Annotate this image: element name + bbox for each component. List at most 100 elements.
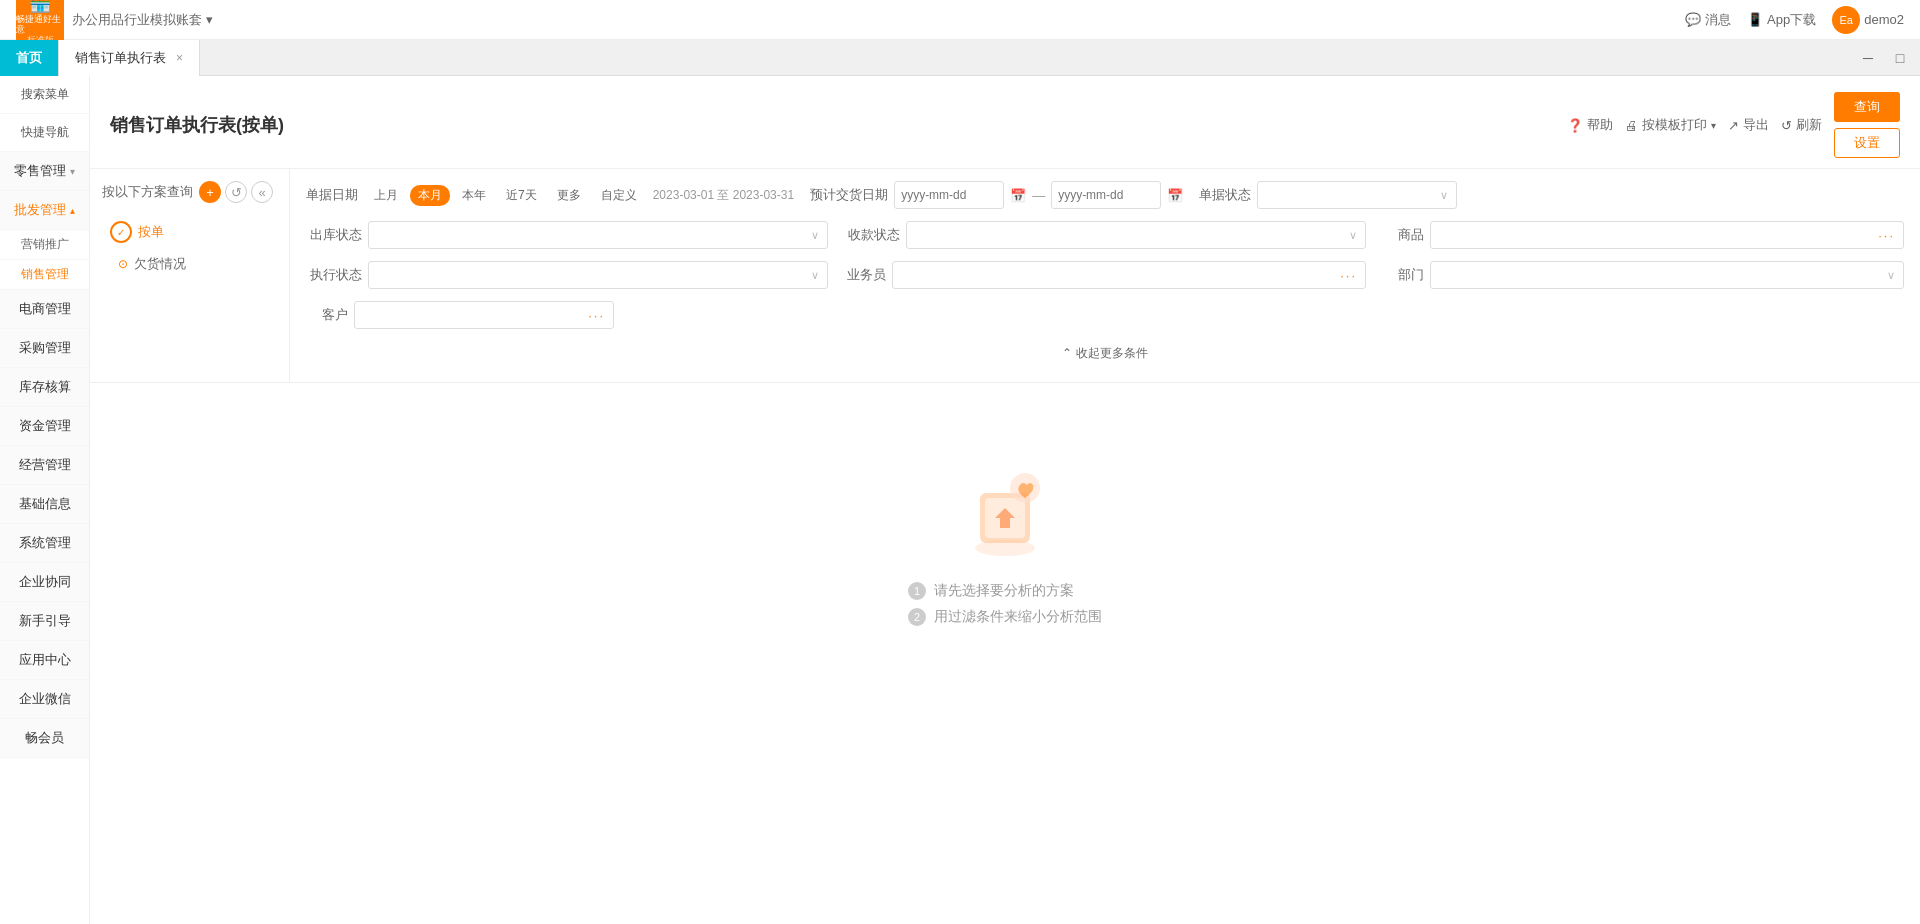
app-download-label: App下载 <box>1767 11 1816 29</box>
user-menu[interactable]: Ea demo2 <box>1832 6 1904 34</box>
plan-sub-shortage[interactable]: ⊙ 欠货情况 <box>102 249 277 279</box>
settings-button[interactable]: 设置 <box>1834 128 1900 158</box>
print-btn[interactable]: 🖨 按模板打印 ▾ <box>1625 116 1716 134</box>
query-button[interactable]: 查询 <box>1834 92 1900 122</box>
sidebar-sub-marketing[interactable]: 营销推广 <box>0 230 89 260</box>
sidebar-item-newguide[interactable]: 新手引导 <box>0 602 89 641</box>
sidebar-item-collab[interactable]: 企业协同 <box>0 563 89 602</box>
page-actions: ❓ 帮助 🖨 按模板打印 ▾ ↗ 导出 ↺ 刷新 <box>1567 92 1900 158</box>
execute-item: 执行状态 ∨ <box>306 261 828 289</box>
sales-label: 销售管理 <box>21 267 69 281</box>
dept-caret: ∨ <box>1887 269 1895 282</box>
add-plan-btn[interactable]: + <box>199 181 221 203</box>
step-num-2: 2 <box>908 608 926 626</box>
sidebar-item-finance[interactable]: 资金管理 <box>0 407 89 446</box>
collapse-panel-btn[interactable]: « <box>251 181 273 203</box>
sidebar-item-operations[interactable]: 经营管理 <box>0 446 89 485</box>
app-logo: 🏪 畅捷通好生意 标准版 <box>16 0 64 40</box>
payment-select[interactable]: ∨ <box>906 221 1366 249</box>
salesman-input[interactable]: ··· <box>892 261 1366 289</box>
help-btn[interactable]: ❓ 帮助 <box>1567 116 1613 134</box>
date-tabs: 上月 本月 本年 近7天 更多 自定义 <box>366 185 645 206</box>
step-2-text: 用过滤条件来缩小分析范围 <box>934 608 1102 626</box>
lp-btns: + ↺ « <box>199 181 273 203</box>
sidebar-sub-sales[interactable]: 销售管理 <box>0 260 89 290</box>
wechat-label: 企业微信 <box>19 691 71 706</box>
refresh-icon: ↺ <box>1781 118 1792 133</box>
plan-item-order[interactable]: ✓ 按单 <box>102 215 277 249</box>
sidebar-item-basic[interactable]: 基础信息 <box>0 485 89 524</box>
payment-caret: ∨ <box>1349 229 1357 242</box>
window-maximize-btn[interactable]: □ <box>1888 46 1912 70</box>
query-btns-wrap: 查询 设置 <box>1834 92 1900 158</box>
goods-input[interactable]: ··· <box>1430 221 1904 249</box>
app-download-icon: 📱 <box>1747 12 1763 27</box>
empty-step-1: 1 请先选择要分析的方案 <box>908 582 1102 600</box>
sidebar-item-system[interactable]: 系统管理 <box>0 524 89 563</box>
empty-step-2: 2 用过滤条件来缩小分析范围 <box>908 608 1102 626</box>
date-tab-more[interactable]: 更多 <box>549 185 589 206</box>
date-tab-last-month[interactable]: 上月 <box>366 185 406 206</box>
app-download-btn[interactable]: 📱 App下载 <box>1747 11 1816 29</box>
status-select[interactable]: ∨ <box>1257 181 1457 209</box>
payment-item: 收款状态 ∨ <box>844 221 1366 249</box>
delivery-label: 出库状态 <box>306 226 362 244</box>
message-btn[interactable]: 💬 消息 <box>1685 11 1731 29</box>
sidebar-item-search[interactable]: 搜索菜单 <box>0 76 89 114</box>
sidebar-item-purchase[interactable]: 采购管理 <box>0 329 89 368</box>
date-separator: — <box>1032 188 1045 203</box>
execute-caret: ∨ <box>811 269 819 282</box>
step-num-1: 1 <box>908 582 926 600</box>
plan-order-label: 按单 <box>138 223 164 241</box>
sidebar-item-retail[interactable]: 零售管理 ▾ <box>0 152 89 191</box>
date-tab-this-year[interactable]: 本年 <box>454 185 494 206</box>
tab-active[interactable]: 销售订单执行表 × <box>59 40 200 76</box>
export-btn[interactable]: ↗ 导出 <box>1728 116 1769 134</box>
header-left: 🏪 畅捷通好生意 标准版 办公用品行业模拟账套 ▾ <box>16 0 213 40</box>
delivery-item: 出库状态 ∨ <box>306 221 828 249</box>
sidebar-item-inventory[interactable]: 库存核算 <box>0 368 89 407</box>
expected-date-label: 预计交货日期 <box>810 186 888 204</box>
page-selector[interactable]: 办公用品行业模拟账套 ▾ <box>72 11 213 29</box>
tab-home[interactable]: 首页 <box>0 40 59 76</box>
tab-bar-actions: ─ □ <box>1856 46 1920 70</box>
refresh-btn[interactable]: ↺ 刷新 <box>1781 116 1822 134</box>
wholesale-label: 批发管理 <box>14 202 66 217</box>
lp-title-row: 按以下方案查询 + ↺ « <box>102 181 277 203</box>
dept-label: 部门 <box>1382 266 1424 284</box>
execute-label: 执行状态 <box>306 266 362 284</box>
status-label: 单据状态 <box>1199 186 1251 204</box>
collab-label: 企业协同 <box>19 574 71 589</box>
sidebar-item-quicknav[interactable]: 快捷导航 <box>0 114 89 152</box>
goods-dots[interactable]: ··· <box>1878 228 1895 243</box>
tab-close-icon[interactable]: × <box>176 51 183 65</box>
sidebar-item-wholesale[interactable]: 批发管理 ▴ <box>0 191 89 230</box>
date-range-text: 2023-03-01 至 2023-03-31 <box>653 187 794 204</box>
customer-input[interactable]: ··· <box>354 301 614 329</box>
customer-dots[interactable]: ··· <box>588 308 605 323</box>
collapse-more-btn[interactable]: ⌃ 收起更多条件 <box>306 337 1904 370</box>
delivery-select[interactable]: ∨ <box>368 221 828 249</box>
basic-label: 基础信息 <box>19 496 71 511</box>
salesman-dots[interactable]: ··· <box>1340 268 1357 283</box>
goods-label: 商品 <box>1382 226 1424 244</box>
system-label: 系统管理 <box>19 535 71 550</box>
expected-date-to[interactable] <box>1051 181 1161 209</box>
window-minimize-btn[interactable]: ─ <box>1856 46 1880 70</box>
sidebar-item-wechat[interactable]: 企业微信 <box>0 680 89 719</box>
sidebar-item-appstore[interactable]: 应用中心 <box>0 641 89 680</box>
execute-select[interactable]: ∨ <box>368 261 828 289</box>
dept-select[interactable]: ∨ <box>1430 261 1904 289</box>
marketing-label: 营销推广 <box>21 237 69 251</box>
header-right: 💬 消息 📱 App下载 Ea demo2 <box>1685 6 1904 34</box>
page-title: 销售订单执行表(按单) <box>110 113 284 137</box>
sidebar-item-ecommerce[interactable]: 电商管理 <box>0 290 89 329</box>
date-tab-7days[interactable]: 近7天 <box>498 185 545 206</box>
date-tab-this-month[interactable]: 本月 <box>410 185 450 206</box>
finance-label: 资金管理 <box>19 418 71 433</box>
refresh-plan-btn[interactable]: ↺ <box>225 181 247 203</box>
expected-date-from[interactable] <box>894 181 1004 209</box>
left-filter-panel: 按以下方案查询 + ↺ « ✓ 按单 ⊙ 欠货情况 <box>90 169 290 382</box>
date-tab-custom[interactable]: 自定义 <box>593 185 645 206</box>
sidebar-item-member[interactable]: 畅会员 <box>0 719 89 758</box>
